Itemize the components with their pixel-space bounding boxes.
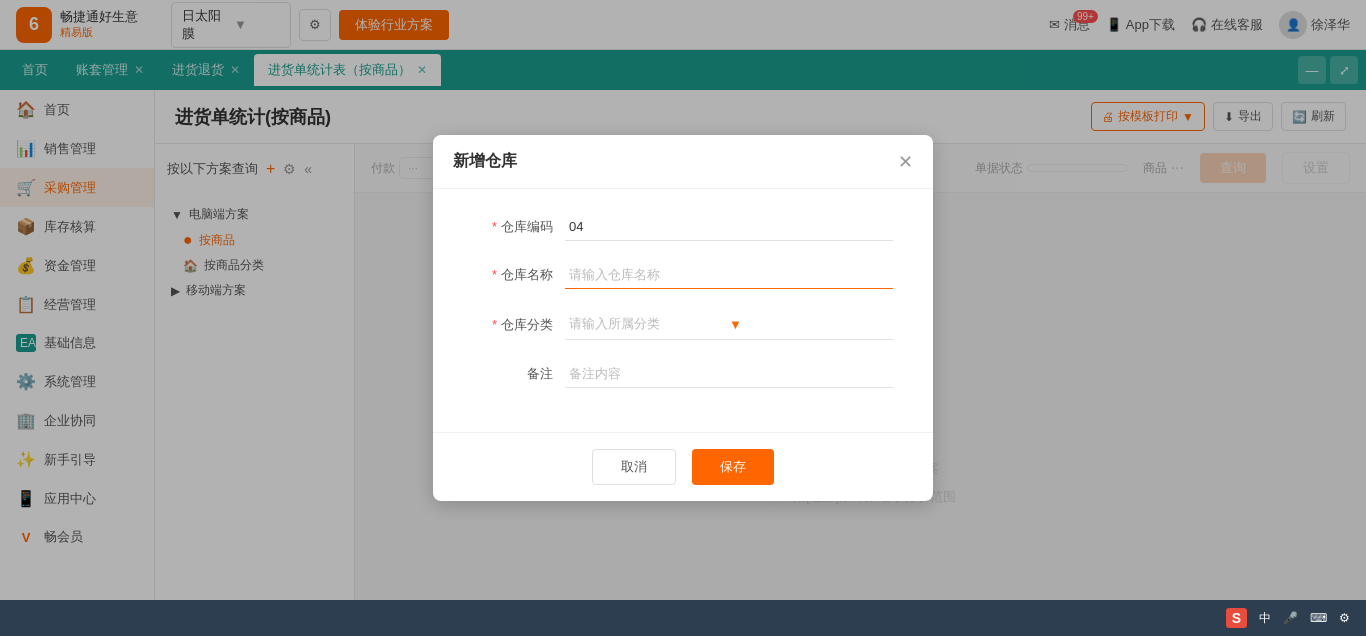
bottom-bar: S 中 🎤 ⌨ ⚙ xyxy=(0,600,1366,636)
warehouse-name-row: 仓库名称 xyxy=(473,261,893,289)
s-logo-btn[interactable]: S xyxy=(1226,608,1247,628)
dialog-footer: 取消 保存 xyxy=(433,432,933,501)
save-button[interactable]: 保存 xyxy=(692,449,774,485)
dialog-title: 新增仓库 xyxy=(453,151,517,172)
chinese-label: 中 xyxy=(1259,610,1271,627)
cancel-button[interactable]: 取消 xyxy=(592,449,676,485)
notes-row: 备注 xyxy=(473,360,893,388)
taskbar-settings-btn[interactable]: ⚙ xyxy=(1339,611,1350,625)
warehouse-code-label: 仓库编码 xyxy=(473,218,553,236)
mic-icon: 🎤 xyxy=(1283,611,1298,625)
warehouse-category-select[interactable]: 请输入所属分类 ▼ xyxy=(565,309,893,340)
warehouse-name-input[interactable] xyxy=(565,261,893,289)
notes-label: 备注 xyxy=(473,365,553,383)
chinese-input-btn[interactable]: 中 xyxy=(1259,610,1271,627)
category-dropdown-icon: ▼ xyxy=(729,317,889,332)
keyboard-btn[interactable]: ⌨ xyxy=(1310,611,1327,625)
keyboard-icon: ⌨ xyxy=(1310,611,1327,625)
mic-btn[interactable]: 🎤 xyxy=(1283,611,1298,625)
warehouse-name-label: 仓库名称 xyxy=(473,266,553,284)
dialog-body: 仓库编码 仓库名称 仓库分类 请输入所属分类 ▼ 备注 xyxy=(433,189,933,432)
dialog-header: 新增仓库 ✕ xyxy=(433,135,933,189)
s-brand-icon: S xyxy=(1226,608,1247,628)
notes-input[interactable] xyxy=(565,360,893,388)
warehouse-code-row: 仓库编码 xyxy=(473,213,893,241)
new-warehouse-dialog: 新增仓库 ✕ 仓库编码 仓库名称 仓库分类 请输入所属分类 ▼ xyxy=(433,135,933,501)
dialog-close-icon[interactable]: ✕ xyxy=(898,153,913,171)
warehouse-category-placeholder: 请输入所属分类 xyxy=(569,315,729,333)
warehouse-category-label: 仓库分类 xyxy=(473,316,553,334)
warehouse-code-input[interactable] xyxy=(565,213,893,241)
warehouse-category-row: 仓库分类 请输入所属分类 ▼ xyxy=(473,309,893,340)
modal-overlay[interactable]: 新增仓库 ✕ 仓库编码 仓库名称 仓库分类 请输入所属分类 ▼ xyxy=(0,0,1366,636)
taskbar-settings-icon: ⚙ xyxy=(1339,611,1350,625)
